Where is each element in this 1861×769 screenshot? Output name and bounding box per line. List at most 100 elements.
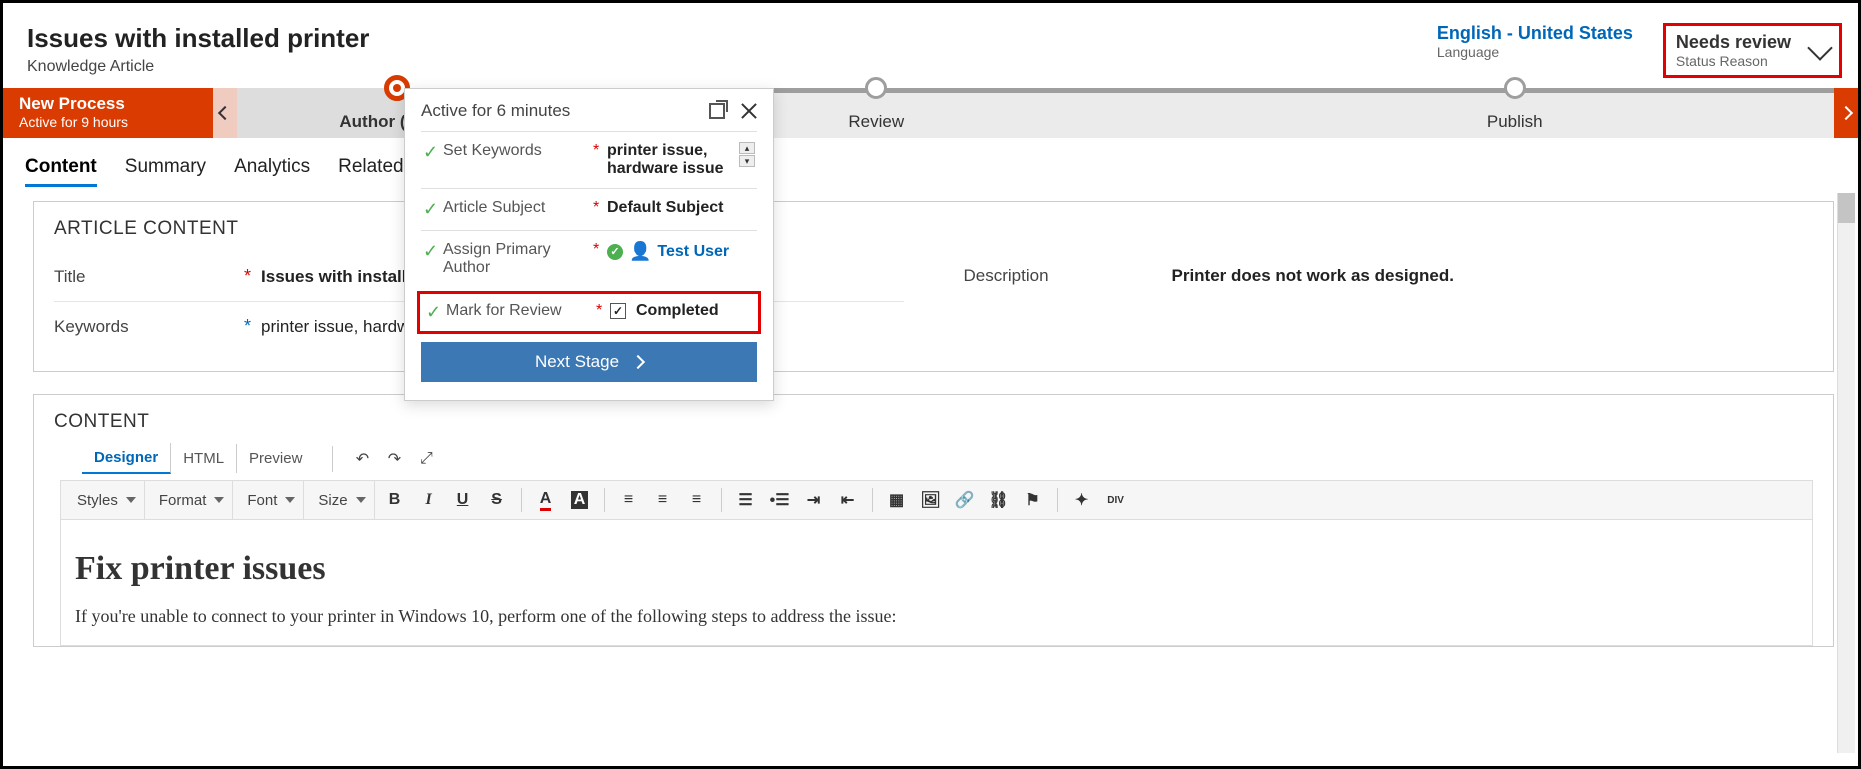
process-next-button[interactable]	[1834, 88, 1858, 138]
stage-publish-marker	[1504, 77, 1526, 99]
stage-review-label: Review	[848, 112, 904, 132]
check-icon: ✓	[423, 241, 443, 262]
unlink-button[interactable]: ⛓	[985, 486, 1013, 514]
status-reason-field[interactable]: Needs review Status Reason	[1663, 23, 1842, 78]
chevron-right-icon	[631, 355, 645, 369]
highlight-button[interactable]: A	[566, 486, 594, 514]
undo-icon[interactable]: ↶	[351, 448, 373, 470]
editor-body[interactable]: Fix printer issues If you're unable to c…	[60, 520, 1813, 646]
flyout-subject-value: Default Subject	[607, 199, 755, 217]
title-label: Title	[54, 267, 234, 287]
caret-down-icon	[126, 497, 136, 503]
format-dropdown[interactable]: Format	[151, 481, 234, 519]
chevron-down-icon[interactable]	[1807, 35, 1832, 60]
flyout-author-value: ✓ 👤 Test User	[607, 241, 755, 262]
font-color-button[interactable]: A	[532, 486, 560, 514]
editor-tab-designer[interactable]: Designer	[82, 443, 171, 474]
tab-related[interactable]: Related	[338, 156, 404, 187]
link-button[interactable]: 🔗	[951, 486, 979, 514]
flyout-row-subject[interactable]: ✓ Article Subject * Default Subject	[421, 188, 757, 230]
required-marker: *	[593, 142, 607, 160]
process-name: New Process	[19, 94, 197, 114]
process-active-text: Active for 9 hours	[19, 114, 197, 130]
editor-tab-html[interactable]: HTML	[171, 444, 237, 473]
styles-dropdown[interactable]: Styles	[69, 481, 145, 519]
separator	[521, 488, 522, 512]
recommended-marker: *	[244, 316, 251, 337]
image-button[interactable]: 🖼	[917, 486, 945, 514]
indent-button[interactable]: ⇥	[800, 486, 828, 514]
align-right-button[interactable]: ≡	[683, 486, 711, 514]
flyout-row-keywords[interactable]: ✓ Set Keywords * printer issue, hardware…	[421, 131, 757, 188]
checkbox-icon[interactable]: ✓	[610, 303, 626, 319]
next-stage-label: Next Stage	[535, 352, 619, 372]
align-left-button[interactable]: ≡	[615, 486, 643, 514]
styles-label: Styles	[77, 492, 118, 509]
outdent-button[interactable]: ⇤	[834, 486, 862, 514]
separator	[872, 488, 873, 512]
sparkle-button[interactable]: ✦	[1068, 486, 1096, 514]
spinner-up-icon[interactable]: ▴	[739, 142, 755, 154]
numbered-list-button[interactable]: ☰	[732, 486, 760, 514]
popout-icon[interactable]	[709, 103, 725, 119]
bold-button[interactable]: B	[381, 486, 409, 514]
process-name-block[interactable]: New Process Active for 9 hours	[3, 88, 213, 138]
redo-icon[interactable]: ↷	[383, 448, 405, 470]
required-marker: *	[244, 266, 251, 287]
editor-toolbar: Styles Format Font Size B I U S A A ≡ ≡ …	[60, 480, 1813, 520]
expand-icon[interactable]: ⤢	[415, 448, 437, 470]
underline-button[interactable]: U	[449, 486, 477, 514]
strikethrough-button[interactable]: S	[483, 486, 511, 514]
div-button[interactable]: DIV	[1102, 486, 1130, 514]
separator	[721, 488, 722, 512]
tab-content[interactable]: Content	[25, 156, 97, 187]
description-label: Description	[964, 266, 1144, 286]
font-dropdown[interactable]: Font	[239, 481, 304, 519]
form-tabs: Content Summary Analytics Related	[3, 138, 1858, 187]
stage-publish[interactable]: Publish	[1196, 88, 1835, 138]
stage-author-label: Author	[339, 112, 395, 131]
close-icon[interactable]	[741, 103, 757, 119]
caret-down-icon	[214, 497, 224, 503]
tab-summary[interactable]: Summary	[125, 156, 206, 187]
flyout-title: Active for 6 minutes	[421, 101, 570, 121]
article-content-panel: ARTICLE CONTENT Title * Issues with inst…	[33, 201, 1834, 372]
flyout-row-mark-review[interactable]: ✓ Mark for Review * ✓ Completed	[417, 291, 761, 334]
flyout-keywords-label: Set Keywords	[443, 142, 593, 160]
content-editor-panel: CONTENT Designer HTML Preview ↶ ↷ ⤢ Styl…	[33, 394, 1834, 647]
status-label: Status Reason	[1676, 53, 1791, 69]
editor-heading: Fix printer issues	[75, 550, 1798, 588]
format-label: Format	[159, 492, 207, 509]
author-link[interactable]: Test User	[657, 243, 729, 261]
spinner-control[interactable]: ▴▾	[739, 142, 755, 167]
person-icon: 👤	[629, 241, 651, 262]
flag-button[interactable]: ⚑	[1019, 486, 1047, 514]
editor-tab-preview[interactable]: Preview	[237, 444, 314, 473]
content-section-title: CONTENT	[54, 411, 1813, 433]
language-field[interactable]: English - United States Language	[1437, 23, 1633, 60]
status-value: Needs review	[1676, 32, 1791, 53]
flyout-row-author[interactable]: ✓ Assign Primary Author * ✓ 👤 Test User	[421, 230, 757, 287]
italic-button[interactable]: I	[415, 486, 443, 514]
next-stage-button[interactable]: Next Stage	[421, 342, 757, 382]
check-icon: ✓	[423, 142, 443, 163]
page-subtitle: Knowledge Article	[27, 58, 1437, 76]
flyout-review-value: ✓ Completed	[610, 302, 752, 320]
spinner-down-icon[interactable]: ▾	[739, 155, 755, 167]
language-label: Language	[1437, 44, 1633, 60]
scrollbar-thumb[interactable]	[1838, 193, 1855, 223]
align-center-button[interactable]: ≡	[649, 486, 677, 514]
page-scrollbar[interactable]	[1837, 193, 1855, 753]
bulleted-list-button[interactable]: •☰	[766, 486, 794, 514]
process-prev-button[interactable]	[213, 88, 237, 138]
required-marker: *	[593, 241, 607, 259]
flyout-keywords-value: printer issue, hardware issue	[607, 142, 739, 178]
description-value[interactable]: Printer does not work as designed.	[1172, 266, 1814, 286]
size-dropdown[interactable]: Size	[310, 481, 374, 519]
stage-review-marker	[865, 77, 887, 99]
check-icon: ✓	[426, 302, 446, 323]
caret-down-icon	[285, 497, 295, 503]
flyout-review-label: Mark for Review	[446, 302, 596, 320]
table-button[interactable]: ▦	[883, 486, 911, 514]
tab-analytics[interactable]: Analytics	[234, 156, 310, 187]
